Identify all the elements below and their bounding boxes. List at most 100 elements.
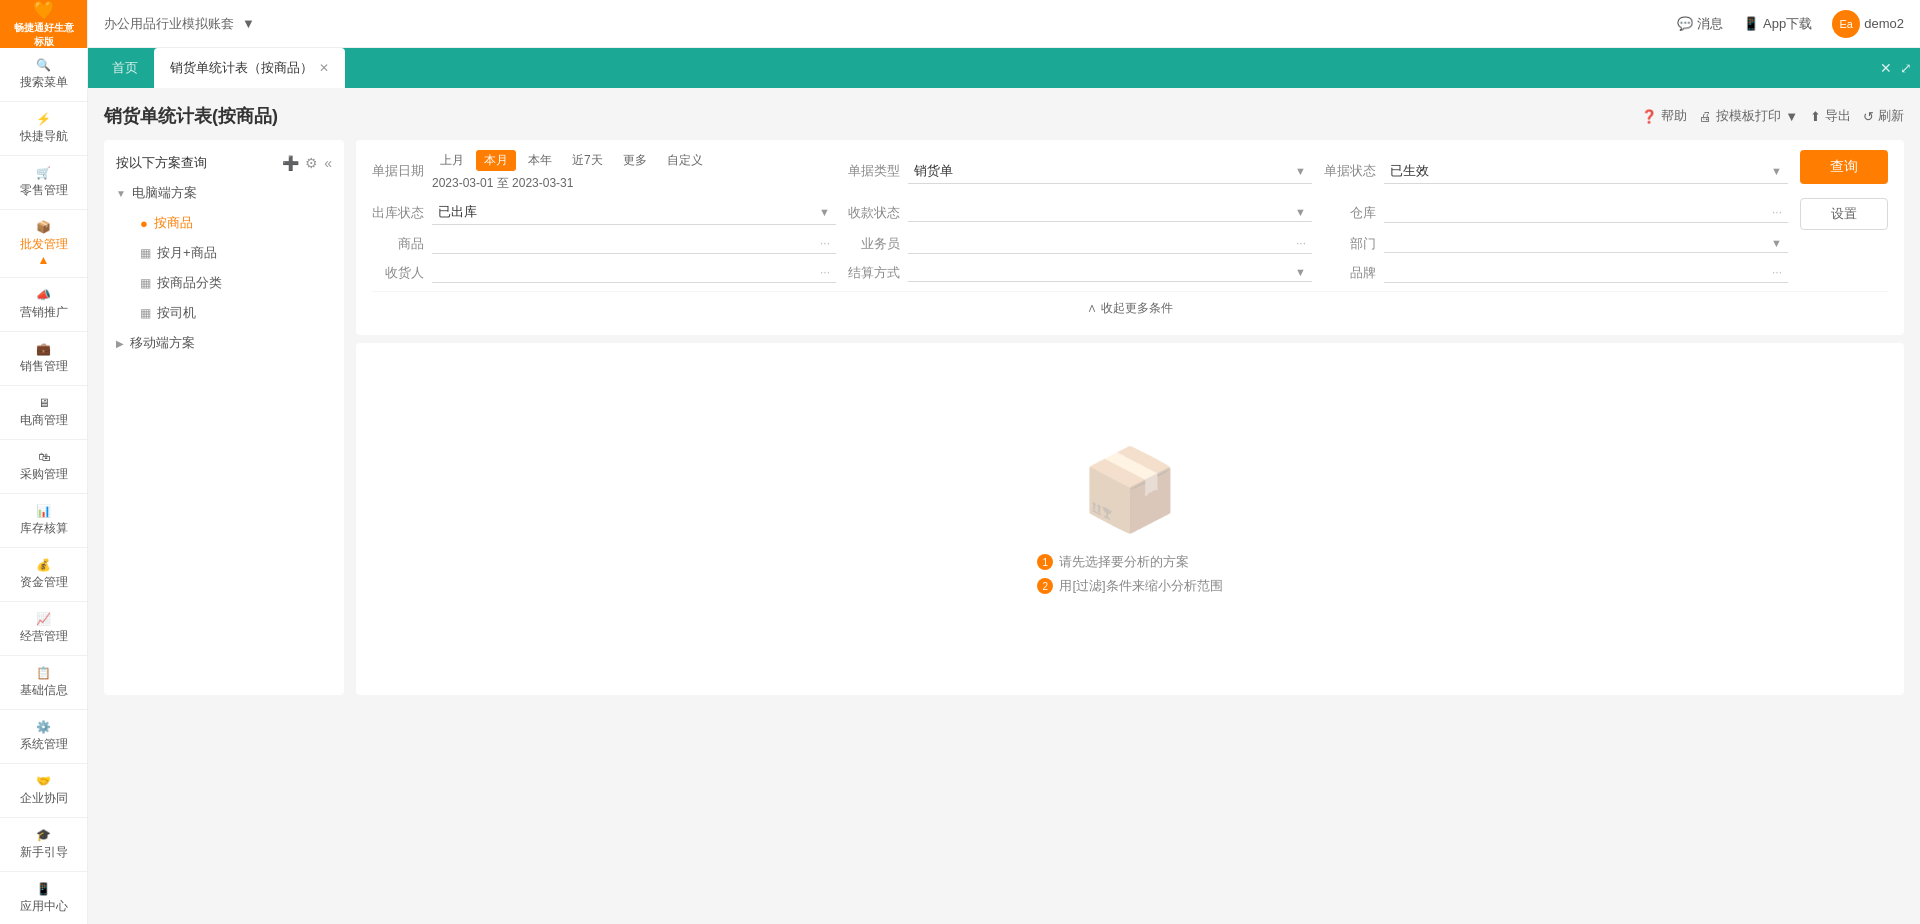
refresh-button[interactable]: ↺ 刷新 xyxy=(1863,107,1904,125)
sidebar-appcenter-label: 应用中心 xyxy=(4,898,83,915)
settings-button[interactable]: 设置 xyxy=(1800,198,1888,230)
payment-status-input[interactable]: ▼ xyxy=(908,203,1312,222)
help-button[interactable]: ❓ 帮助 xyxy=(1641,107,1687,125)
collapse-filter-button[interactable]: ∧ 收起更多条件 xyxy=(372,291,1888,325)
sidebar-item-purchase[interactable]: 🛍 采购管理 xyxy=(0,440,87,494)
right-panel: 单据日期 上月 本月 本年 近7天 更多 自定义 xyxy=(356,140,1904,695)
sidebar-item-sales[interactable]: 💼 销售管理 xyxy=(0,332,87,386)
message-button[interactable]: 💬 消息 xyxy=(1677,15,1723,33)
tree-node-pc[interactable]: ▼ 电脑端方案 xyxy=(104,178,344,208)
date-btn-7days[interactable]: 近7天 xyxy=(564,150,611,171)
bill-type-input[interactable]: 销货单 ▼ xyxy=(908,159,1312,184)
template-print-button[interactable]: 🖨 按模板打印 ▼ xyxy=(1699,107,1798,125)
tab-expand-button[interactable]: ⤢ xyxy=(1900,60,1912,76)
filter-row-2: 出库状态 已出库 ▼ 收款状态 xyxy=(372,200,1788,225)
app-download-button[interactable]: 📱 App下载 xyxy=(1743,15,1812,33)
sidebar-inventory-label: 库存核算 xyxy=(4,520,83,537)
sidebar-item-inventory[interactable]: 📊 库存核算 xyxy=(0,494,87,548)
hint-num-2: 2 xyxy=(1037,578,1053,594)
out-status-input[interactable]: 已出库 ▼ xyxy=(432,200,836,225)
out-status-value: 已出库 xyxy=(438,203,819,221)
sidebar-item-search[interactable]: 🔍 搜索菜单 xyxy=(0,48,87,102)
date-btn-more[interactable]: 更多 xyxy=(615,150,655,171)
sidebar-item-finance[interactable]: 💰 资金管理 xyxy=(0,548,87,602)
add-scheme-button[interactable]: ➕ xyxy=(282,155,299,171)
warehouse-more-icon[interactable]: ··· xyxy=(1772,205,1782,219)
date-btn-last-month[interactable]: 上月 xyxy=(432,150,472,171)
brand-input[interactable]: ··· xyxy=(1384,262,1788,283)
product-field: 商品 ··· xyxy=(372,233,836,254)
date-btn-this-month[interactable]: 本月 xyxy=(476,150,516,171)
sidebar-item-quick-nav[interactable]: ⚡ 快捷导航 xyxy=(0,102,87,156)
salesman-input[interactable]: ··· xyxy=(908,233,1312,254)
filter-wrapper: 单据日期 上月 本月 本年 近7天 更多 自定义 xyxy=(372,150,1888,291)
workspace-selector[interactable]: 办公用品行业模拟账套 ▼ xyxy=(104,15,255,33)
bill-status-field: 单据状态 已生效 ▼ xyxy=(1324,159,1788,184)
tree-item-by-month-product[interactable]: ▦ 按月+商品 xyxy=(128,238,344,268)
department-label: 部门 xyxy=(1324,235,1376,253)
payment-method-label: 结算方式 xyxy=(848,264,900,282)
bill-status-label: 单据状态 xyxy=(1324,162,1376,180)
hint-item-2: 2 用[过滤]条件来缩小分析范围 xyxy=(1037,577,1222,595)
sidebar-item-marketing[interactable]: 📣 营销推广 xyxy=(0,278,87,332)
sales-icon: 💼 xyxy=(4,342,83,356)
filter-row-1: 单据日期 上月 本月 本年 近7天 更多 自定义 xyxy=(372,150,1788,192)
sidebar-item-retail[interactable]: 🛒 零售管理 xyxy=(0,156,87,210)
enterprise-icon: 🤝 xyxy=(4,774,83,788)
bill-status-input[interactable]: 已生效 ▼ xyxy=(1384,159,1788,184)
tab-close-all-button[interactable]: ✕ xyxy=(1880,60,1892,76)
date-btn-this-year[interactable]: 本年 xyxy=(520,150,560,171)
sidebar-item-newbie[interactable]: 🎓 新手引导 xyxy=(0,818,87,872)
sidebar-item-enterprise[interactable]: 🤝 企业协同 xyxy=(0,764,87,818)
receiver-more-icon[interactable]: ··· xyxy=(820,265,830,279)
export-button[interactable]: ⬆ 导出 xyxy=(1810,107,1851,125)
purchase-icon: 🛍 xyxy=(4,450,83,464)
user-profile[interactable]: Ea demo2 xyxy=(1832,10,1904,38)
tab-sales-stat[interactable]: 销货单统计表（按商品） ✕ xyxy=(154,48,345,88)
warehouse-input[interactable]: ··· xyxy=(1384,202,1788,223)
hint-item-1: 1 请先选择要分析的方案 xyxy=(1037,553,1222,571)
operation-icon: 📈 xyxy=(4,612,83,626)
tree-item-by-product[interactable]: ● 按商品 xyxy=(128,208,344,238)
tree-item-by-printer[interactable]: ▦ 按司机 xyxy=(128,298,344,328)
salesman-field: 业务员 ··· xyxy=(848,233,1312,254)
app-center-icon: 📱 xyxy=(4,882,83,896)
tab-close-button[interactable]: ✕ xyxy=(319,61,329,75)
avatar-text: Ea xyxy=(1840,18,1853,30)
sidebar-operation-label: 经营管理 xyxy=(4,628,83,645)
salesman-more-icon[interactable]: ··· xyxy=(1296,236,1306,250)
grid-icon-1: ▦ xyxy=(140,246,151,260)
empty-illustration: 📦 xyxy=(1080,443,1180,537)
receiver-label: 收货人 xyxy=(372,264,424,282)
query-button[interactable]: 查询 xyxy=(1800,150,1888,184)
settings-scheme-button[interactable]: ⚙ xyxy=(305,155,318,171)
date-input[interactable]: 上月 本月 本年 近7天 更多 自定义 2023-03-01 至 2023-03… xyxy=(432,150,836,192)
product-more-icon[interactable]: ··· xyxy=(820,236,830,250)
wholesale-icon: 📦 xyxy=(4,220,83,234)
sidebar-item-basic[interactable]: 📋 基础信息 xyxy=(0,656,87,710)
content-layout: 按以下方案查询 ➕ ⚙ « ▼ 电脑端方案 ● 按商品 xyxy=(104,140,1904,695)
search-icon: 🔍 xyxy=(4,58,83,72)
sidebar-item-ecommerce[interactable]: 🖥 电商管理 xyxy=(0,386,87,440)
sidebar-item-app-center[interactable]: 📱 应用中心 xyxy=(0,872,87,924)
tab-home-label: 首页 xyxy=(112,59,138,77)
sidebar-ecommerce-label: 电商管理 xyxy=(4,412,83,429)
payment-method-dropdown-icon: ▼ xyxy=(1295,266,1306,278)
out-status-label: 出库状态 xyxy=(372,204,424,222)
header-right: 💬 消息 📱 App下载 Ea demo2 xyxy=(1677,10,1904,38)
bill-type-value: 销货单 xyxy=(914,162,1295,180)
tree-node-mobile[interactable]: ▶ 移动端方案 xyxy=(104,328,344,358)
payment-method-input[interactable]: ▼ xyxy=(908,263,1312,282)
collapse-panel-button[interactable]: « xyxy=(324,155,332,171)
product-input[interactable]: ··· xyxy=(432,233,836,254)
department-input[interactable]: ▼ xyxy=(1384,234,1788,253)
payment-status-label: 收款状态 xyxy=(848,204,900,222)
tab-home[interactable]: 首页 xyxy=(96,48,154,88)
brand-more-icon[interactable]: ··· xyxy=(1772,265,1782,279)
tree-item-by-category[interactable]: ▦ 按商品分类 xyxy=(128,268,344,298)
date-btn-custom[interactable]: 自定义 xyxy=(659,150,711,171)
sidebar-item-operation[interactable]: 📈 经营管理 xyxy=(0,602,87,656)
sidebar-item-wholesale[interactable]: 📦 批发管理 ▲ xyxy=(0,210,87,278)
receiver-input[interactable]: ··· xyxy=(432,262,836,283)
sidebar-item-system[interactable]: ⚙️ 系统管理 xyxy=(0,710,87,764)
